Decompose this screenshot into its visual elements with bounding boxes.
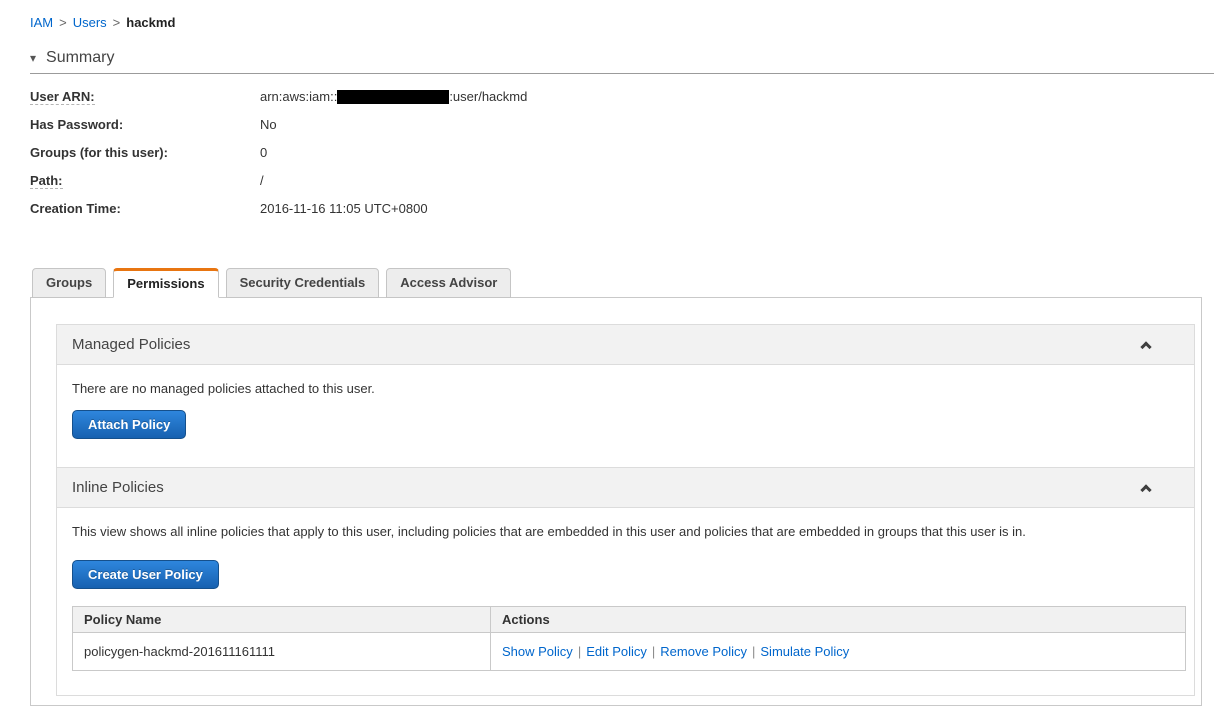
field-creation-time: Creation Time: 2016-11-16 11:05 UTC+0800 — [30, 201, 1214, 217]
field-user-arn: User ARN: arn:aws:iam:::user/hackmd — [30, 89, 1214, 105]
creation-time-value: 2016-11-16 11:05 UTC+0800 — [260, 201, 428, 216]
tab-groups[interactable]: Groups — [32, 268, 107, 298]
inline-policies-title: Inline Policies — [72, 479, 164, 496]
tab-permissions[interactable]: Permissions — [113, 268, 219, 298]
inline-policies-section: Inline Policies This view shows all inli… — [56, 467, 1195, 696]
breadcrumb-separator: > — [112, 15, 121, 30]
summary-title: Summary — [46, 49, 115, 66]
field-groups: Groups (for this user): 0 — [30, 145, 1214, 161]
redacted-account-id — [337, 90, 450, 104]
simulate-policy-link[interactable]: Simulate Policy — [760, 644, 849, 659]
chevron-up-icon[interactable] — [1140, 483, 1152, 496]
managed-policies-empty-message: There are no managed policies attached t… — [72, 381, 375, 396]
show-policy-link[interactable]: Show Policy — [502, 644, 573, 659]
path-value: / — [260, 173, 264, 188]
action-separator: | — [651, 644, 656, 659]
breadcrumb-link-iam[interactable]: IAM — [30, 15, 53, 30]
edit-policy-link[interactable]: Edit Policy — [586, 644, 647, 659]
groups-label: Groups (for this user): — [30, 145, 168, 160]
managed-policies-section: Managed Policies There are no managed po… — [56, 324, 1195, 468]
inline-policies-table: Policy Name Actions policygen-hackmd-201… — [72, 606, 1186, 671]
summary-divider — [30, 73, 1214, 74]
policy-actions-cell: Show Policy | Edit Policy | Remove Policy | Si… — [490, 632, 1186, 671]
user-arn-value: arn:aws:iam:::user/hackmd — [260, 89, 528, 104]
breadcrumb-separator: > — [59, 15, 67, 30]
permissions-tab-panel: Managed Policies There are no managed po… — [30, 297, 1202, 706]
tab-security-credentials[interactable]: Security Credentials — [225, 268, 380, 298]
managed-policies-title: Managed Policies — [72, 336, 191, 353]
create-user-policy-button[interactable]: Create User Policy — [72, 560, 219, 589]
action-separator: | — [752, 644, 756, 659]
field-path: Path: / — [30, 173, 1214, 189]
policy-name-cell: policygen-hackmd-201611161111 — [72, 632, 491, 671]
breadcrumb: IAM > Users > hackmd — [0, 0, 1214, 30]
remove-policy-link[interactable]: Remove Policy — [660, 644, 747, 659]
column-header-actions: Actions — [490, 606, 1186, 633]
action-separator: | — [577, 644, 582, 659]
breadcrumb-link-users[interactable]: Users — [73, 15, 107, 30]
user-arn-label: User ARN: — [30, 89, 95, 105]
has-password-label: Has Password: — [30, 117, 124, 132]
tab-bar: Groups Permissions Security Credentials … — [32, 268, 1214, 298]
groups-value: 0 — [260, 145, 268, 160]
creation-time-label: Creation Time: — [30, 201, 121, 216]
summary-fields: User ARN: arn:aws:iam:::user/hackmd Has … — [30, 89, 1214, 217]
table-row: policygen-hackmd-201611161111 Show Polic… — [72, 632, 1186, 671]
chevron-up-icon[interactable] — [1140, 340, 1152, 353]
managed-policies-header[interactable]: Managed Policies — [57, 325, 1194, 365]
triangle-down-icon[interactable]: ▾ — [30, 51, 36, 65]
attach-policy-button[interactable]: Attach Policy — [72, 410, 187, 439]
inline-policies-description: This view shows all inline policies that… — [72, 524, 1026, 539]
path-label: Path: — [30, 173, 63, 189]
column-header-policy-name: Policy Name — [72, 606, 491, 633]
summary-header: ▾ Summary — [30, 49, 1214, 67]
inline-policies-header[interactable]: Inline Policies — [57, 468, 1194, 508]
field-has-password: Has Password: No — [30, 117, 1214, 133]
tab-access-advisor[interactable]: Access Advisor — [386, 268, 512, 298]
breadcrumb-current-user: hackmd — [126, 15, 176, 30]
has-password-value: No — [260, 117, 277, 132]
